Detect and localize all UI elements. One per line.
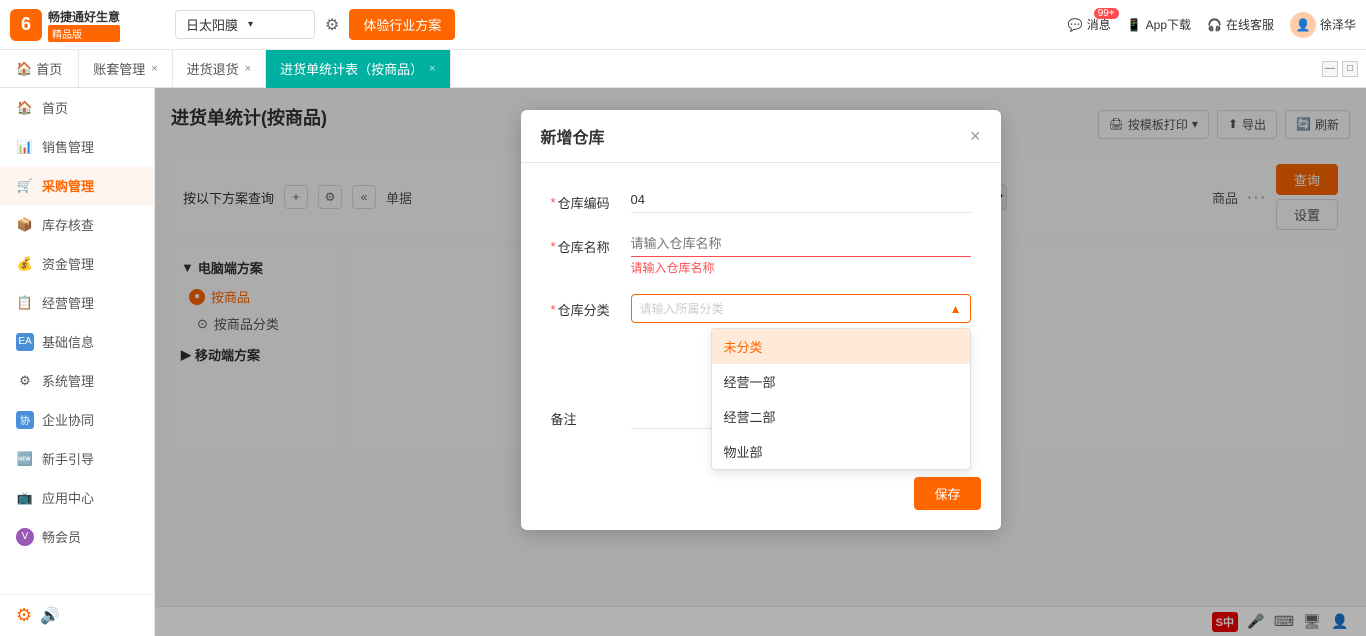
store-selector[interactable]: 日太阳膜 ▾ xyxy=(175,10,315,39)
dropdown-option-ops1[interactable]: 经营一部 xyxy=(712,364,970,399)
operations-icon: 📋 xyxy=(16,294,34,312)
finance-icon: 💰 xyxy=(16,255,34,273)
chevron-down-icon: ▾ xyxy=(248,19,304,30)
save-button[interactable]: 保存 xyxy=(914,477,980,510)
dropdown-option-property[interactable]: 物业部 xyxy=(712,434,970,469)
sidebar-item-sales[interactable]: 📊 销售管理 xyxy=(0,127,154,166)
category-dropdown-list: 未分类 经营一部 经营二部 物业部 xyxy=(711,328,971,470)
sales-icon: 📊 xyxy=(16,138,34,156)
sidebar-item-purchase[interactable]: 🛒 采购管理 xyxy=(0,166,154,205)
chevron-up-icon: ▲ xyxy=(950,302,962,316)
system-icon: ⚙ xyxy=(16,372,34,390)
name-input-wrapper: 请输入仓库名称 xyxy=(631,231,971,276)
volume-icon[interactable]: 🔊 xyxy=(40,606,60,626)
sidebar-item-system[interactable]: ⚙ 系统管理 xyxy=(0,361,154,400)
modal-body: * 仓库编码 * 仓库名称 请输入仓库名称 xyxy=(521,163,1001,467)
headset-icon: 🎧 xyxy=(1207,18,1222,32)
window-minimize[interactable]: — xyxy=(1322,61,1338,77)
modal-footer: 保存 xyxy=(521,467,1001,530)
sidebar-bottom: ⚙ 🔊 xyxy=(0,594,154,636)
messages-item[interactable]: 💬 消息 99+ xyxy=(1068,16,1111,33)
settings-icon[interactable]: ⚙ xyxy=(325,15,339,35)
app-download-item[interactable]: 📱 App下载 xyxy=(1127,16,1191,33)
settings-bottom-icon[interactable]: ⚙ xyxy=(16,605,32,626)
tab-bar: 🏠 首页 账套管理 × 进货退货 × 进货单统计表（按商品） × — □ xyxy=(0,50,1366,88)
dropdown-option-uncategorized[interactable]: 未分类 xyxy=(712,329,970,364)
tab-purchase-return[interactable]: 进货退货 × xyxy=(173,50,266,88)
sidebar-item-enterprise[interactable]: 协 企业协同 xyxy=(0,400,154,439)
header-right: 💬 消息 99+ 📱 App下载 🎧 在线客服 👤 徐泽华 xyxy=(1068,12,1356,38)
window-controls: — □ xyxy=(1322,61,1366,77)
vip-icon: V xyxy=(16,528,34,546)
sidebar-item-vip[interactable]: V 畅会员 xyxy=(0,517,154,556)
logo-icon: 6 xyxy=(10,9,42,41)
category-input-wrapper: 请输入所属分类 ▲ 未分类 经营一部 经营二部 物业部 xyxy=(631,294,971,323)
trial-button[interactable]: 体验行业方案 xyxy=(349,9,455,40)
tab-close-stat[interactable]: × xyxy=(429,63,435,75)
sidebar: 🏠 首页 📊 销售管理 🛒 采购管理 📦 库存核查 💰 资金管理 📋 经营管理 … xyxy=(0,88,155,636)
dropdown-option-ops2[interactable]: 经营二部 xyxy=(712,399,970,434)
tab-close-account[interactable]: × xyxy=(151,63,157,75)
code-label: * 仓库编码 xyxy=(551,187,631,212)
logo-area: 6 畅捷通好生意 精品版 xyxy=(10,8,165,42)
category-row: * 仓库分类 请输入所属分类 ▲ 未分类 经营一部 经营二部 xyxy=(551,294,971,323)
name-row: * 仓库名称 请输入仓库名称 xyxy=(551,231,971,276)
user-item[interactable]: 👤 徐泽华 xyxy=(1290,12,1356,38)
modal-close-button[interactable]: × xyxy=(970,126,981,147)
tab-account[interactable]: 账套管理 × xyxy=(79,50,172,88)
modal-header: 新增仓库 × xyxy=(521,110,1001,163)
sidebar-item-inventory[interactable]: 📦 库存核查 xyxy=(0,205,154,244)
window-maximize[interactable]: □ xyxy=(1342,61,1358,77)
name-input[interactable] xyxy=(631,231,971,257)
message-icon: 💬 xyxy=(1068,18,1083,32)
app-center-icon: 📺 xyxy=(16,489,34,507)
note-label: 备注 xyxy=(551,403,631,428)
category-label: * 仓库分类 xyxy=(551,294,631,319)
add-warehouse-modal: 新增仓库 × * 仓库编码 * xyxy=(521,110,1001,530)
inventory-icon: 📦 xyxy=(16,216,34,234)
sidebar-item-home[interactable]: 🏠 首页 xyxy=(0,88,154,127)
tab-close-return[interactable]: × xyxy=(245,63,251,75)
home-icon: 🏠 xyxy=(16,99,34,117)
enterprise-icon: 协 xyxy=(16,411,34,429)
purchase-icon: 🛒 xyxy=(16,177,34,195)
logo-text: 畅捷通好生意 精品版 xyxy=(48,8,120,42)
sidebar-item-app-center[interactable]: 📺 应用中心 xyxy=(0,478,154,517)
online-service-item[interactable]: 🎧 在线客服 xyxy=(1207,16,1274,33)
guide-icon: 🆕 xyxy=(16,450,34,468)
category-dropdown[interactable]: 请输入所属分类 ▲ xyxy=(631,294,971,323)
main-layout: 🏠 首页 📊 销售管理 🛒 采购管理 📦 库存核查 💰 资金管理 📋 经营管理 … xyxy=(0,88,1366,636)
avatar: 👤 xyxy=(1290,12,1316,38)
tab-purchase-stat[interactable]: 进货单统计表（按商品） × xyxy=(266,50,450,88)
ea-icon: EA xyxy=(16,333,34,351)
content-area: 进货单统计(按商品) 🖨 按模板打印 ▾ ⬆ 导出 🔄 刷新 xyxy=(155,88,1366,636)
top-header: 6 畅捷通好生意 精品版 日太阳膜 ▾ ⚙ 体验行业方案 💬 消息 99+ 📱 … xyxy=(0,0,1366,50)
sidebar-item-operations[interactable]: 📋 经营管理 xyxy=(0,283,154,322)
tab-home[interactable]: 🏠 首页 xyxy=(0,50,79,88)
code-input-wrapper xyxy=(631,187,971,213)
home-tab-icon: 🏠 xyxy=(16,61,32,77)
modal-title: 新增仓库 xyxy=(541,124,605,148)
code-row: * 仓库编码 xyxy=(551,187,971,213)
sidebar-item-finance[interactable]: 💰 资金管理 xyxy=(0,244,154,283)
sidebar-item-guide[interactable]: 🆕 新手引导 xyxy=(0,439,154,478)
name-label: * 仓库名称 xyxy=(551,231,631,256)
phone-icon: 📱 xyxy=(1127,18,1142,32)
code-input[interactable] xyxy=(631,187,971,213)
name-error-hint: 请输入仓库名称 xyxy=(631,259,971,276)
sidebar-item-basic-info[interactable]: EA 基础信息 xyxy=(0,322,154,361)
